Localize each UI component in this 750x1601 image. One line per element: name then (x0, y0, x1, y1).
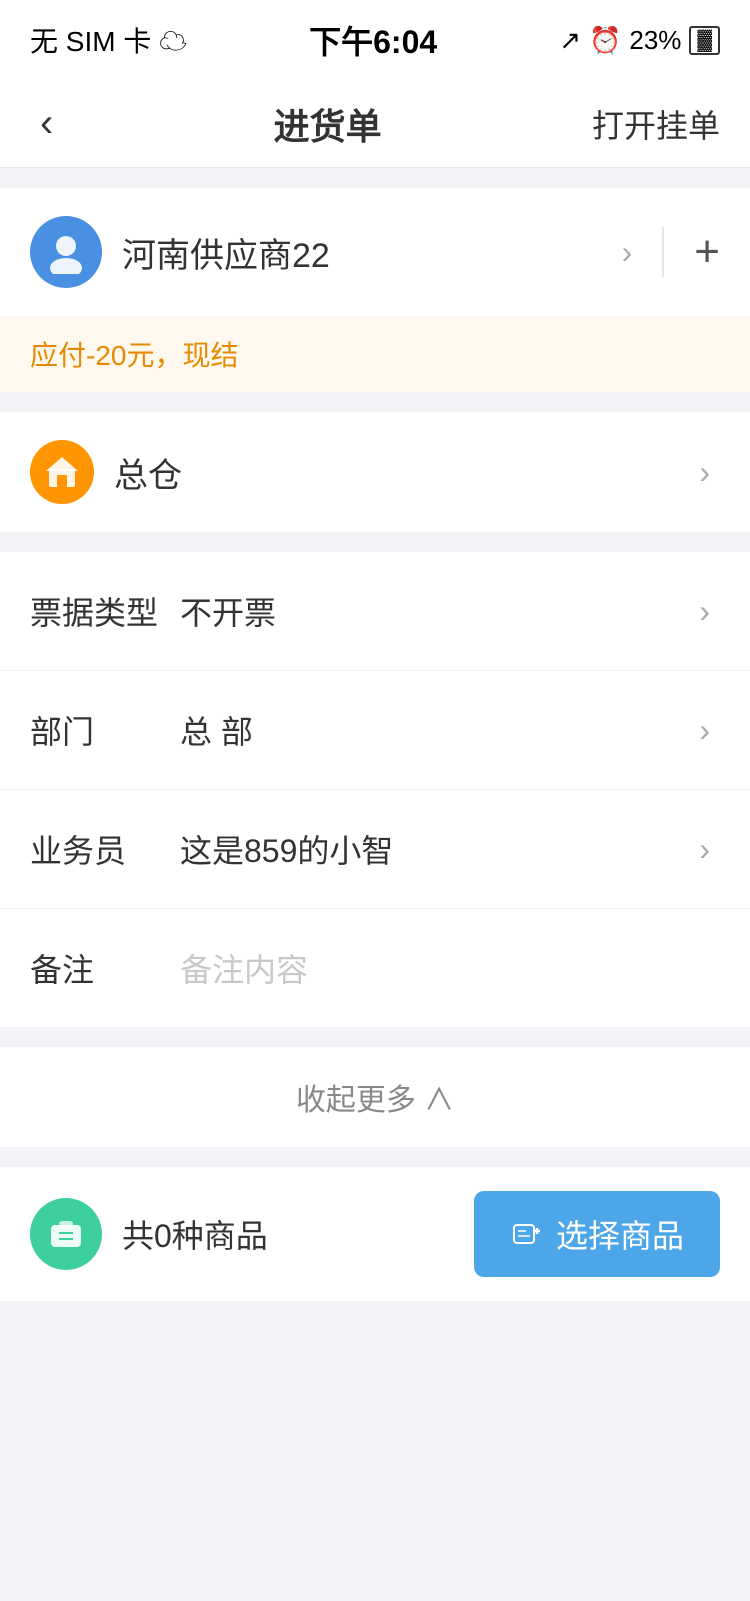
supplier-chevron-icon: › (622, 234, 633, 271)
warehouse-row[interactable]: 总仓 › (0, 412, 750, 532)
salesperson-chevron-icon: › (699, 831, 720, 868)
invoice-type-label: 票据类型 (30, 588, 160, 634)
battery-icon: ▓ (689, 26, 720, 55)
supplier-avatar (30, 216, 102, 288)
supplier-row[interactable]: 河南供应商22 › + (0, 188, 750, 316)
supplier-name: 河南供应商22 (122, 228, 622, 277)
invoice-type-value: 不开票 (160, 588, 699, 634)
warehouse-section: 总仓 › (0, 412, 750, 532)
form-section: 票据类型 不开票 › 部门 总 部 › 业务员 这是859的小智 › 备注 备注… (0, 552, 750, 1027)
salesperson-row[interactable]: 业务员 这是859的小智 › (0, 790, 750, 909)
collapse-button[interactable]: 收起更多 ∧ (0, 1047, 750, 1147)
warehouse-name: 总仓 (114, 448, 699, 497)
supplier-section: 河南供应商22 › + 应付-20元，现结 (0, 188, 750, 392)
page-title: 进货单 (274, 98, 382, 150)
product-icon (30, 1198, 102, 1270)
page-background (0, 1301, 750, 1601)
salesperson-value: 这是859的小智 (160, 826, 699, 872)
open-pending-button[interactable]: 打开挂单 (592, 101, 720, 147)
department-label: 部门 (30, 707, 160, 753)
invoice-type-chevron-icon: › (699, 593, 720, 630)
status-bar: 无 SIM 卡 ☁ 下午6:04 ↗ ⏰ 23% ▓ (0, 0, 750, 80)
notice-bar: 应付-20元，现结 (0, 316, 750, 392)
product-bar: 共0种商品 选择商品 (0, 1167, 750, 1301)
divider-2 (0, 392, 750, 412)
alarm-icon: ⏰ (589, 25, 621, 56)
invoice-type-row[interactable]: 票据类型 不开票 › (0, 552, 750, 671)
status-left: 无 SIM 卡 ☁ (30, 20, 187, 60)
signal-text: 无 SIM 卡 ☁ (30, 20, 187, 60)
remark-label: 备注 (30, 945, 160, 991)
status-right: ↗ ⏰ 23% ▓ (559, 25, 720, 56)
remark-input[interactable]: 备注内容 (160, 945, 720, 991)
nav-bar: ‹ 进货单 打开挂单 (0, 80, 750, 168)
department-chevron-icon: › (699, 712, 720, 749)
location-icon: ↗ (559, 25, 581, 56)
supplier-divider (662, 227, 664, 277)
remark-row[interactable]: 备注 备注内容 (0, 909, 750, 1027)
add-supplier-button[interactable]: + (694, 227, 720, 277)
salesperson-label: 业务员 (30, 826, 160, 872)
status-time: 下午6:04 (309, 17, 437, 63)
battery-text: 23% (629, 25, 681, 56)
warehouse-icon (30, 440, 94, 504)
department-row[interactable]: 部门 总 部 › (0, 671, 750, 790)
top-divider (0, 168, 750, 188)
back-button[interactable]: ‹ (30, 91, 63, 156)
warehouse-chevron-icon: › (699, 454, 720, 491)
select-goods-button[interactable]: 选择商品 (474, 1191, 720, 1277)
department-value: 总 部 (160, 707, 699, 753)
product-count: 共0种商品 (122, 1211, 454, 1257)
select-goods-label: 选择商品 (556, 1211, 684, 1257)
